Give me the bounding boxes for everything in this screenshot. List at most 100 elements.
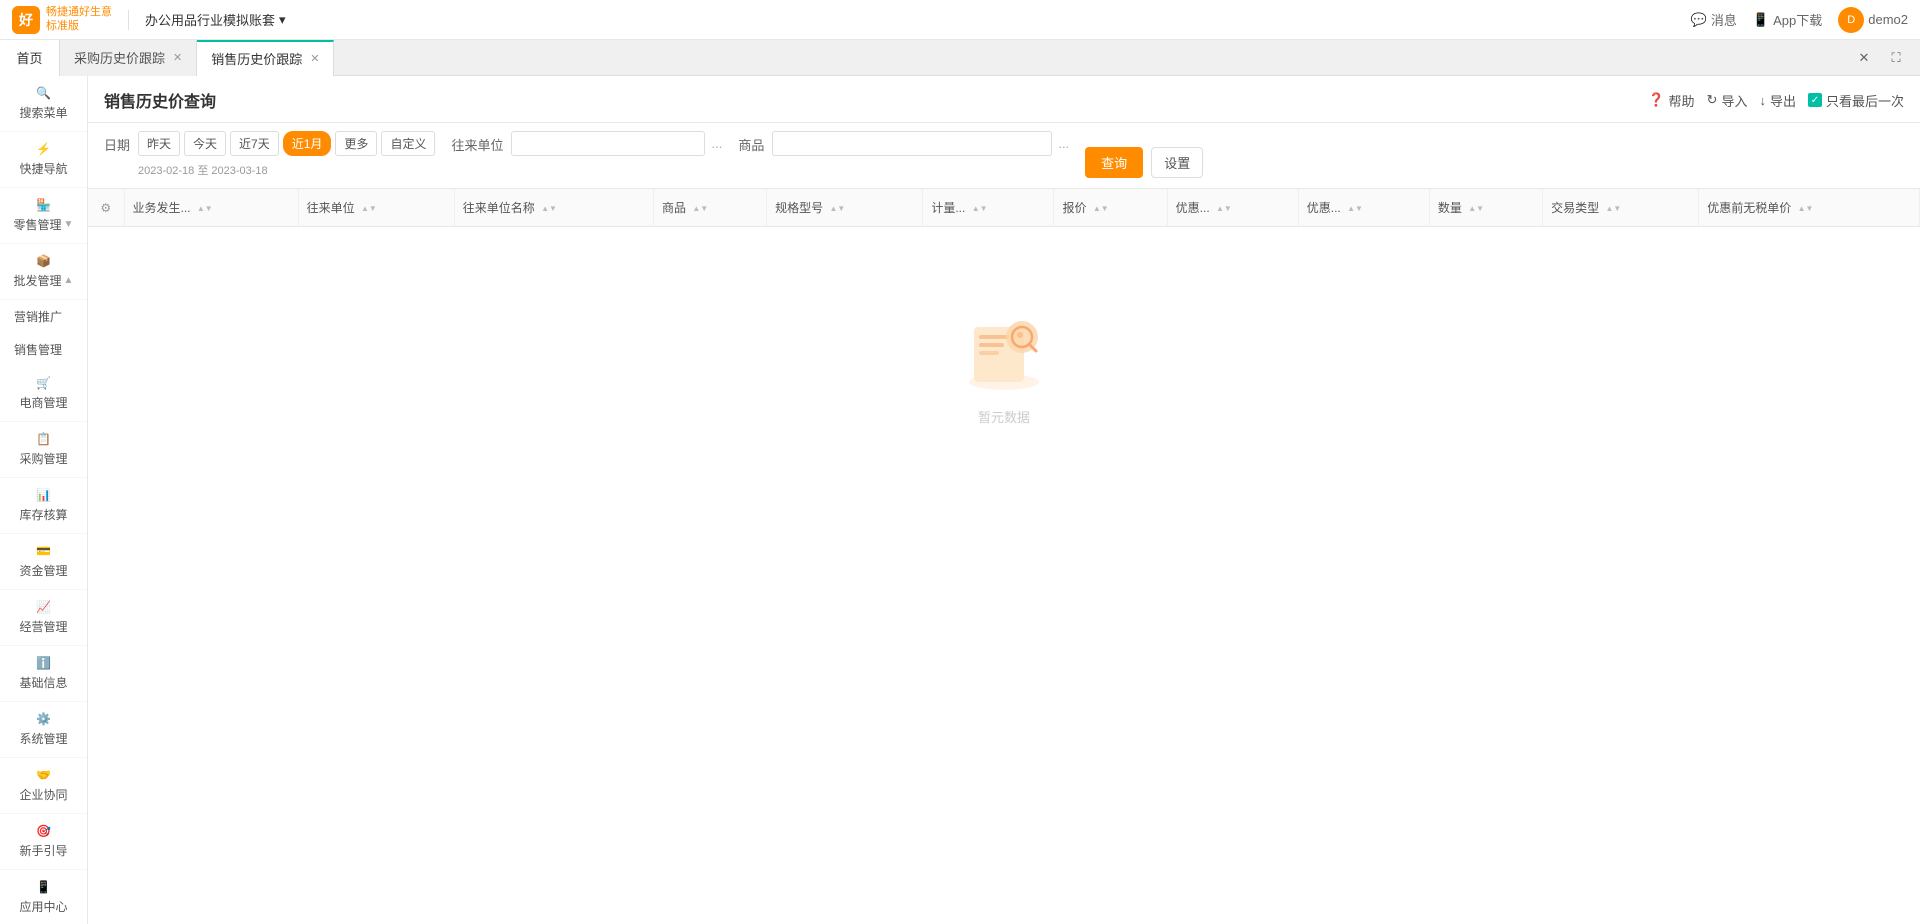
th-quote-sort[interactable]: ▲▼ <box>1093 204 1109 213</box>
tab-purchase-history[interactable]: 采购历史价跟踪 ✕ <box>60 40 197 76</box>
th-partner-code-sort[interactable]: ▲▼ <box>361 204 377 213</box>
sidebar-item-wholesale[interactable]: 📦 批发管理 ▲ <box>0 244 87 300</box>
th-partner-name-label: 往来单位名称 <box>463 201 535 215</box>
system-icon: ⚙️ <box>36 712 51 726</box>
date-1month-btn[interactable]: 近1月 <box>283 131 332 156</box>
sidebar-item-basic-info[interactable]: ℹ️ 基础信息 <box>0 646 87 702</box>
sidebar-item-newcomer[interactable]: 🎯 新手引导 <box>0 814 87 870</box>
empty-text: 暂元数据 <box>978 407 1030 426</box>
th-quote-label: 报价 <box>1062 201 1086 215</box>
ecommerce-icon: 🛒 <box>36 376 51 390</box>
date-filter-group: 日期 昨天 今天 近7天 近1月 更多 自定义 2023-02-18 至 202… <box>104 131 435 178</box>
th-quote: 报价 ▲▼ <box>1054 189 1167 227</box>
th-discount1-sort[interactable]: ▲▼ <box>1216 204 1232 213</box>
date-filter-buttons: 昨天 今天 近7天 近1月 更多 自定义 <box>138 131 435 156</box>
tab-purchase-close[interactable]: ✕ <box>173 51 182 64</box>
query-button[interactable]: 查询 <box>1085 147 1143 178</box>
operations-icon: 📈 <box>36 600 51 614</box>
partner-input[interactable] <box>511 131 705 156</box>
tab-home-label: 首页 <box>16 48 42 67</box>
sidebar-item-system[interactable]: ⚙️ 系统管理 <box>0 702 87 758</box>
avatar: D <box>1838 7 1864 33</box>
tab-purchase-label: 采购历史价跟踪 <box>74 48 165 67</box>
help-icon: ❓ <box>1648 92 1664 108</box>
tab-home[interactable]: 首页 <box>0 40 60 76</box>
th-pre-tax-price-label: 优惠前无税单价 <box>1707 201 1791 215</box>
quick-nav-icon: ⚡ <box>36 142 51 156</box>
page-title-row: 销售历史价查询 ❓ 帮助 ↻ 导入 ↓ 导出 ✓ <box>104 88 1904 112</box>
th-partner-code-label: 往来单位 <box>307 201 355 215</box>
th-spec-label: 规格型号 <box>775 201 823 215</box>
retail-icon: 🏪 <box>36 198 51 212</box>
empty-state: 暂元数据 <box>88 227 1920 506</box>
date-7days-btn[interactable]: 近7天 <box>230 131 279 156</box>
close-all-tabs-button[interactable]: ✕ <box>1852 46 1876 70</box>
th-partner-name-sort[interactable]: ▲▼ <box>541 204 557 213</box>
sidebar-item-retail[interactable]: 🏪 零售管理 ▼ <box>0 188 87 244</box>
enterprise-icon: 🤝 <box>36 768 51 782</box>
th-spec-sort[interactable]: ▲▼ <box>830 204 846 213</box>
empty-icon <box>954 307 1054 397</box>
sidebar-item-ecommerce[interactable]: 🛒 电商管理 <box>0 366 87 422</box>
sidebar-subitem-sales[interactable]: 销售管理 <box>0 333 87 366</box>
product-filter-label: 商品 <box>738 135 764 154</box>
date-more-btn[interactable]: 更多 <box>335 131 377 156</box>
sidebar-item-finance[interactable]: 💳 资金管理 <box>0 534 87 590</box>
sidebar-item-enterprise[interactable]: 🤝 企业协同 <box>0 758 87 814</box>
sidebar-item-app-center[interactable]: 📱 应用中心 <box>0 870 87 924</box>
sidebar-item-operations[interactable]: 📈 经营管理 <box>0 590 87 646</box>
product-input-group: ... <box>772 131 1069 156</box>
tab-sales-close[interactable]: ✕ <box>310 52 319 65</box>
phone-icon: 📱 <box>1753 12 1769 28</box>
column-settings-icon[interactable]: ⚙ <box>100 201 111 215</box>
export-button[interactable]: ↓ 导出 <box>1759 91 1796 110</box>
th-pre-tax-price: 优惠前无税单价 ▲▼ <box>1699 189 1920 227</box>
th-product-sort[interactable]: ▲▼ <box>692 204 708 213</box>
date-today-btn[interactable]: 今天 <box>184 131 226 156</box>
sidebar-subitem-marketing[interactable]: 营销推广 <box>0 300 87 333</box>
maximize-button[interactable]: ⛶ <box>1884 46 1908 70</box>
th-biz-date-sort[interactable]: ▲▼ <box>197 204 213 213</box>
partner-input-group: ... <box>511 131 722 156</box>
topbar: 好 畅捷通好生意 标准版 办公用品行业模拟账套 ▾ 💬 消息 📱 App下载 D… <box>0 0 1920 40</box>
table-header-row: ⚙ 业务发生... ▲▼ 往来单位 ▲▼ 往来单位名称 ▲▼ <box>88 189 1920 227</box>
help-button[interactable]: ❓ 帮助 <box>1648 91 1694 110</box>
user-menu[interactable]: D demo2 <box>1838 7 1908 33</box>
th-quantity-label: 数量 <box>1438 201 1462 215</box>
th-unit-sort[interactable]: ▲▼ <box>972 204 988 213</box>
page-actions: ❓ 帮助 ↻ 导入 ↓ 导出 ✓ 只看最后一次 <box>1648 91 1904 110</box>
th-settings: ⚙ <box>88 189 124 227</box>
message-button[interactable]: 💬 消息 <box>1691 10 1737 29</box>
sidebar-item-search-menu[interactable]: 🔍 搜索菜单 <box>0 76 87 132</box>
logo-text: 畅捷通好生意 标准版 <box>46 6 112 32</box>
date-yesterday-btn[interactable]: 昨天 <box>138 131 180 156</box>
th-biz-date-label: 业务发生... <box>133 201 191 215</box>
sidebar-item-purchase[interactable]: 📋 采购管理 <box>0 422 87 478</box>
wholesale-icon: 📦 <box>36 254 51 268</box>
only-last-checkbox[interactable]: ✓ <box>1808 93 1822 107</box>
page-title: 销售历史价查询 <box>104 88 216 112</box>
settings-button[interactable]: 设置 <box>1151 147 1203 178</box>
import-button[interactable]: ↻ 导入 <box>1707 91 1748 110</box>
tab-sales-history[interactable]: 销售历史价跟踪 ✕ <box>197 40 334 76</box>
th-trade-type-sort[interactable]: ▲▼ <box>1605 204 1621 213</box>
topbar-left: 好 畅捷通好生意 标准版 办公用品行业模拟账套 ▾ <box>12 6 286 34</box>
th-quantity-sort[interactable]: ▲▼ <box>1468 204 1484 213</box>
sidebar-item-quick-nav[interactable]: ⚡ 快捷导航 <box>0 132 87 188</box>
th-discount2-sort[interactable]: ▲▼ <box>1347 204 1363 213</box>
app-download-button[interactable]: 📱 App下载 <box>1753 10 1822 29</box>
th-trade-type-label: 交易类型 <box>1551 201 1599 215</box>
sidebar-item-inventory[interactable]: 📊 库存核算 <box>0 478 87 534</box>
th-discount2-label: 优惠... <box>1307 201 1341 215</box>
th-pre-tax-price-sort[interactable]: ▲▼ <box>1798 204 1814 213</box>
date-filter-label: 日期 <box>104 135 130 154</box>
app-center-icon: 📱 <box>36 880 51 894</box>
sidebar: 🔍 搜索菜单 ⚡ 快捷导航 🏪 零售管理 ▼ 📦 批发管理 ▲ 营销推广 销售管… <box>0 76 88 924</box>
date-custom-btn[interactable]: 自定义 <box>381 131 435 156</box>
only-last-checkbox-group: ✓ 只看最后一次 <box>1808 91 1904 110</box>
logo-area: 好 畅捷通好生意 标准版 <box>12 6 112 34</box>
page-header: 销售历史价查询 ❓ 帮助 ↻ 导入 ↓ 导出 ✓ <box>88 76 1920 123</box>
workspace-selector[interactable]: 办公用品行业模拟账套 ▾ <box>145 10 286 29</box>
product-input[interactable] <box>772 131 1052 156</box>
export-icon: ↓ <box>1759 93 1766 108</box>
